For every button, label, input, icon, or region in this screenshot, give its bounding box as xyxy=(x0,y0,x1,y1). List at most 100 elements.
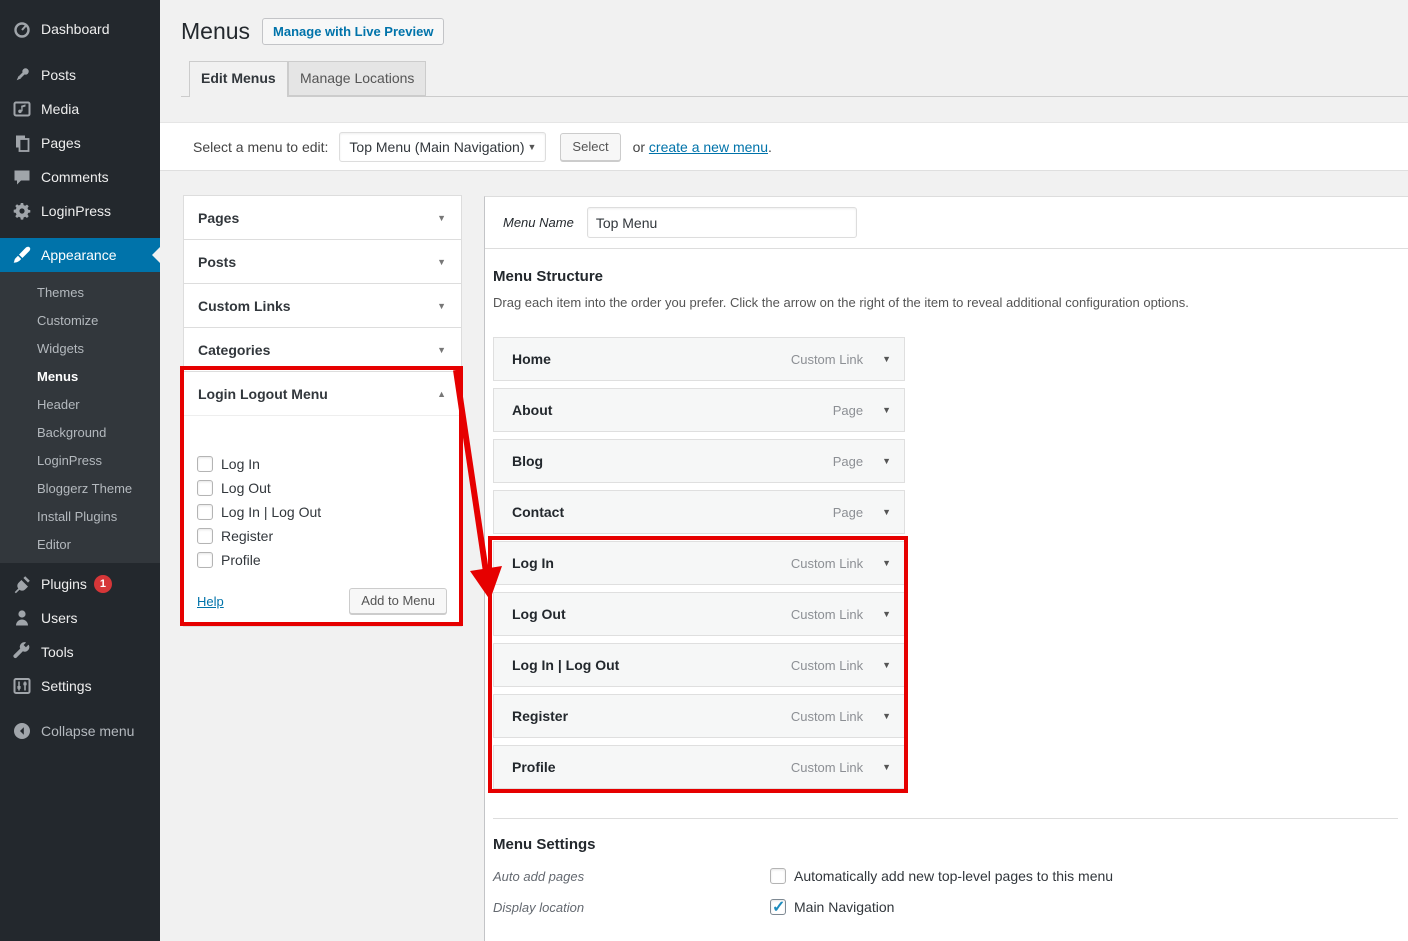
chevron-down-icon[interactable]: ▼ xyxy=(882,660,891,670)
checkbox-label: Register xyxy=(221,528,273,544)
sidebar-subitem-header[interactable]: Header xyxy=(0,391,160,419)
main-navigation-checkbox[interactable] xyxy=(770,899,786,915)
sidebar-subitem-loginpress[interactable]: LoginPress xyxy=(0,447,160,475)
sidebar-item-plugins[interactable]: Plugins 1 xyxy=(0,567,160,601)
sidebar-subitem-background[interactable]: Background xyxy=(0,419,160,447)
sidebar-subitem-menus[interactable]: Menus xyxy=(0,363,160,391)
tab-manage-locations[interactable]: Manage Locations xyxy=(288,61,426,96)
menu-item-contact[interactable]: Contact Page ▼ xyxy=(493,490,905,534)
accordion-title: Posts xyxy=(198,254,236,270)
appearance-submenu: Themes Customize Widgets Menus Header Ba… xyxy=(0,272,160,563)
sidebar-item-dashboard[interactable]: Dashboard xyxy=(0,12,160,46)
log-out-checkbox[interactable] xyxy=(197,480,213,496)
chevron-down-icon[interactable]: ▼ xyxy=(882,762,891,772)
menu-item-type: Page xyxy=(833,403,863,418)
sidebar-item-appearance[interactable]: Appearance xyxy=(0,238,160,272)
chevron-down-icon[interactable]: ▼ xyxy=(882,456,891,466)
sidebar-subitem-customize[interactable]: Customize xyxy=(0,307,160,335)
menu-item-log-out[interactable]: Log Out Custom Link ▼ xyxy=(493,592,905,636)
collapse-arrow-icon xyxy=(12,721,32,741)
menu-item-label: Blog xyxy=(512,453,833,469)
collapse-menu-button[interactable]: Collapse menu xyxy=(0,714,160,748)
register-checkbox[interactable] xyxy=(197,528,213,544)
sidebar-item-comments[interactable]: Comments xyxy=(0,160,160,194)
sidebar-item-label: LoginPress xyxy=(41,203,111,219)
user-icon xyxy=(12,608,32,628)
sidebar-separator xyxy=(0,703,160,714)
menu-item-log-in-log-out[interactable]: Log In | Log Out Custom Link ▼ xyxy=(493,643,905,687)
menu-item-profile[interactable]: Profile Custom Link ▼ xyxy=(493,745,905,789)
sidebar-item-label: Users xyxy=(41,610,78,626)
checkbox-label: Log In xyxy=(221,456,260,472)
help-link[interactable]: Help xyxy=(197,594,224,609)
select-button[interactable]: Select xyxy=(560,133,620,161)
chevron-down-icon[interactable]: ▼ xyxy=(882,405,891,415)
menu-structure-title: Menu Structure xyxy=(493,268,1408,285)
sidebar-subitem-editor[interactable]: Editor xyxy=(0,531,160,559)
menu-name-input[interactable] xyxy=(587,207,857,238)
chevron-up-icon: ▲ xyxy=(437,389,446,399)
display-location-label: Display location xyxy=(493,900,770,915)
tab-edit-menus[interactable]: Edit Menus xyxy=(189,61,288,97)
menu-item-home[interactable]: Home Custom Link ▼ xyxy=(493,337,905,381)
gear-icon xyxy=(12,201,32,221)
chevron-down-icon[interactable]: ▼ xyxy=(882,609,891,619)
menu-select-bar: Select a menu to edit: Top Menu (Main Na… xyxy=(160,122,1408,171)
menu-item-log-in[interactable]: Log In Custom Link ▼ xyxy=(493,541,905,585)
sidebar-item-tools[interactable]: Tools xyxy=(0,635,160,669)
sidebar-subitem-install-plugins[interactable]: Install Plugins xyxy=(0,503,160,531)
accordion-header-categories[interactable]: Categories ▼ xyxy=(184,328,461,371)
manage-live-preview-button[interactable]: Manage with Live Preview xyxy=(262,18,444,45)
sidebar-item-pages[interactable]: Pages xyxy=(0,126,160,160)
sidebar-subitem-bloggerz-theme[interactable]: Bloggerz Theme xyxy=(0,475,160,503)
paintbrush-icon xyxy=(12,245,32,265)
menu-item-blog[interactable]: Blog Page ▼ xyxy=(493,439,905,483)
accordion-section-custom-links: Custom Links ▼ xyxy=(183,283,462,328)
chevron-down-icon[interactable]: ▼ xyxy=(882,507,891,517)
menu-structure-section: Menu Structure Drag each item into the o… xyxy=(485,249,1408,915)
auto-add-pages-label: Auto add pages xyxy=(493,869,770,884)
dashboard-icon xyxy=(12,19,32,39)
page-header: Menus Manage with Live Preview xyxy=(181,16,444,46)
accordion-header-posts[interactable]: Posts ▼ xyxy=(184,240,461,283)
option-row-log-out: Log Out xyxy=(197,476,447,500)
accordion-title: Login Logout Menu xyxy=(198,386,328,402)
menu-item-type: Custom Link xyxy=(791,607,863,622)
chevron-down-icon: ▼ xyxy=(437,213,446,223)
accordion-header-custom-links[interactable]: Custom Links ▼ xyxy=(184,284,461,327)
option-row-register: Register xyxy=(197,524,447,548)
profile-checkbox[interactable] xyxy=(197,552,213,568)
menu-dropdown[interactable]: Top Menu (Main Navigation) ▼ xyxy=(339,132,546,162)
sidebar-item-settings[interactable]: Settings xyxy=(0,669,160,703)
sidebar-item-users[interactable]: Users xyxy=(0,601,160,635)
sentence-period: . xyxy=(768,139,772,155)
sidebar-item-label: Settings xyxy=(41,678,92,694)
sidebar-item-label: Dashboard xyxy=(41,21,110,37)
log-in-log-out-checkbox[interactable] xyxy=(197,504,213,520)
log-in-checkbox[interactable] xyxy=(197,456,213,472)
chevron-down-icon[interactable]: ▼ xyxy=(882,354,891,364)
menu-item-label: Home xyxy=(512,351,791,367)
sidebar-item-posts[interactable]: Posts xyxy=(0,58,160,92)
auto-add-pages-checkbox[interactable] xyxy=(770,868,786,884)
sidebar-subitem-widgets[interactable]: Widgets xyxy=(0,335,160,363)
chevron-down-icon[interactable]: ▼ xyxy=(882,558,891,568)
chevron-down-icon[interactable]: ▼ xyxy=(882,711,891,721)
accordion-section-posts: Posts ▼ xyxy=(183,239,462,284)
sidebar-subitem-themes[interactable]: Themes xyxy=(0,279,160,307)
sidebar-separator xyxy=(0,228,160,238)
admin-sidebar: Dashboard Posts Media Pages Comments Log… xyxy=(0,0,160,941)
create-new-menu-link[interactable]: create a new menu xyxy=(649,139,768,155)
menu-item-label: Profile xyxy=(512,759,791,775)
menu-item-type: Custom Link xyxy=(791,352,863,367)
accordion-header-login-logout-menu[interactable]: Login Logout Menu ▲ xyxy=(184,372,461,415)
sidebar-item-media[interactable]: Media xyxy=(0,92,160,126)
sidebar-item-loginpress[interactable]: LoginPress xyxy=(0,194,160,228)
checkbox-label: Profile xyxy=(221,552,261,568)
plug-icon xyxy=(12,574,32,594)
add-to-menu-button[interactable]: Add to Menu xyxy=(349,588,447,614)
menu-item-about[interactable]: About Page ▼ xyxy=(493,388,905,432)
auto-add-pages-option-label: Automatically add new top-level pages to… xyxy=(794,868,1113,884)
menu-item-register[interactable]: Register Custom Link ▼ xyxy=(493,694,905,738)
accordion-header-pages[interactable]: Pages ▼ xyxy=(184,196,461,239)
